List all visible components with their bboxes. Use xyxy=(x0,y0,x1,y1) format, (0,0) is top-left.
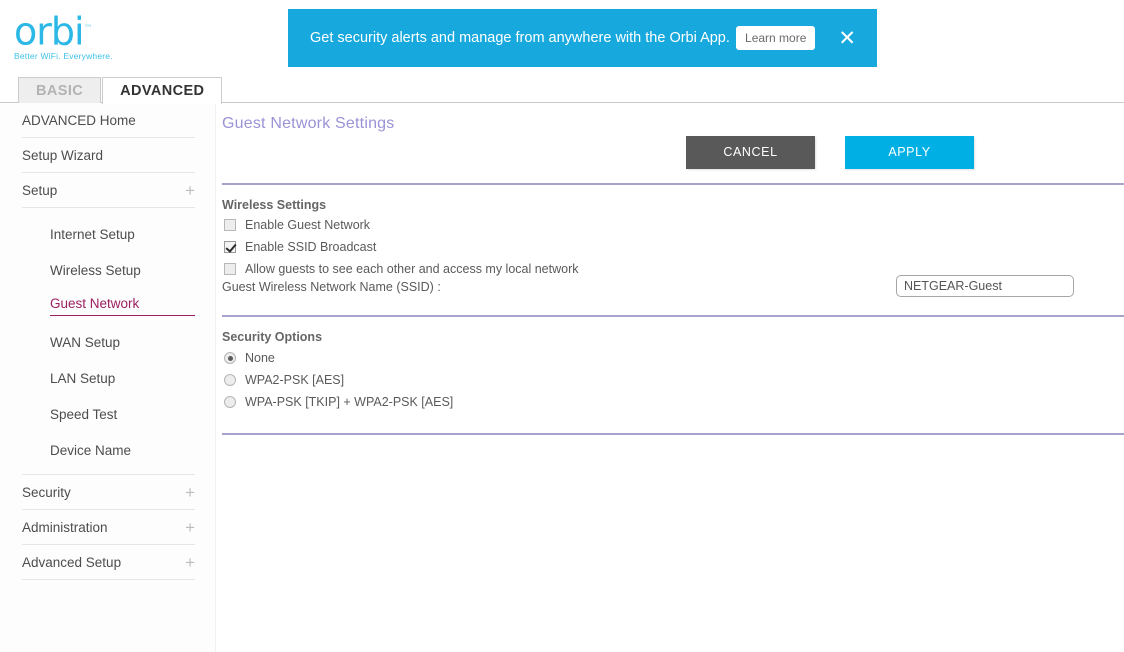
checkbox-row-enable-ssid-broadcast[interactable]: Enable SSID Broadcast xyxy=(224,240,376,254)
sidebar-item-speed-test[interactable]: Speed Test xyxy=(50,396,195,432)
radio-wpa2-psk-aes[interactable] xyxy=(224,374,236,386)
sidebar-nav: ADVANCED Home Setup Wizard Setup + Inter… xyxy=(0,103,216,652)
section-divider-top xyxy=(222,183,1124,185)
security-options-heading: Security Options xyxy=(222,330,323,344)
sidebar-item-label: Guest Network xyxy=(50,296,195,316)
ssid-label: Guest Wireless Network Name (SSID) : xyxy=(222,280,441,294)
main-content: Guest Network Settings CANCEL APPLY Wire… xyxy=(216,103,1124,652)
sidebar-item-setup-wizard[interactable]: Setup Wizard xyxy=(22,138,195,173)
expand-plus-icon[interactable]: + xyxy=(185,484,195,501)
brand-logo: orbi™ Better WiFi. Everywhere. xyxy=(14,8,264,70)
radio-label: WPA2-PSK [AES] xyxy=(245,373,345,387)
checkbox-allow-guests[interactable] xyxy=(224,263,236,275)
ssid-input[interactable] xyxy=(896,275,1074,297)
apply-button[interactable]: APPLY xyxy=(845,136,974,169)
cancel-button[interactable]: CANCEL xyxy=(686,136,815,169)
sidebar-item-label: Security xyxy=(22,484,71,500)
radio-row-wpa-psk-tkip-wpa2-psk-aes[interactable]: WPA-PSK [TKIP] + WPA2-PSK [AES] xyxy=(224,395,453,409)
orbi-wordmark: orbi™ xyxy=(14,8,93,53)
sidebar-item-lan-setup[interactable]: LAN Setup xyxy=(50,360,195,396)
close-icon[interactable]: ✕ xyxy=(835,28,859,49)
sidebar-item-advanced-setup[interactable]: Advanced Setup + xyxy=(22,545,195,580)
sidebar-item-internet-setup[interactable]: Internet Setup xyxy=(50,216,195,252)
sidebar-item-label: Setup xyxy=(22,182,58,198)
radio-row-wpa2-psk-aes[interactable]: WPA2-PSK [AES] xyxy=(224,373,344,387)
sidebar-item-device-name[interactable]: Device Name xyxy=(50,432,195,468)
sidebar-item-advanced-home[interactable]: ADVANCED Home xyxy=(22,103,195,138)
sidebar-item-administration[interactable]: Administration + xyxy=(22,510,195,545)
section-divider-middle xyxy=(222,315,1124,317)
sidebar-item-setup[interactable]: Setup + xyxy=(22,173,195,208)
checkbox-row-allow-guests[interactable]: Allow guests to see each other and acces… xyxy=(224,262,579,276)
sidebar-item-wireless-setup[interactable]: Wireless Setup xyxy=(50,252,195,288)
sidebar-item-wan-setup[interactable]: WAN Setup xyxy=(50,324,195,360)
main-tabs: BASIC ADVANCED xyxy=(18,76,223,104)
radio-row-none[interactable]: None xyxy=(224,351,275,365)
expand-plus-icon[interactable]: + xyxy=(185,182,195,199)
tab-basic[interactable]: BASIC xyxy=(18,77,102,103)
promo-banner-message: Get security alerts and manage from anyw… xyxy=(310,30,730,46)
sidebar-item-label: WAN Setup xyxy=(50,334,121,350)
sidebar-item-label: Speed Test xyxy=(50,406,118,422)
tab-advanced[interactable]: ADVANCED xyxy=(102,77,223,104)
sidebar-item-label: Setup Wizard xyxy=(22,147,104,163)
checkbox-label: Enable Guest Network xyxy=(245,218,371,232)
sidebar-item-label: Advanced Setup xyxy=(22,554,122,570)
sidebar-item-label: Wireless Setup xyxy=(50,262,141,278)
sidebar-item-label: Internet Setup xyxy=(50,226,135,242)
sidebar-item-label: LAN Setup xyxy=(50,370,116,386)
expand-plus-icon[interactable]: + xyxy=(185,554,195,571)
sidebar-item-label: Device Name xyxy=(50,442,132,458)
action-bar: CANCEL APPLY xyxy=(686,136,974,169)
radio-wpa-psk-tkip-wpa2-psk-aes[interactable] xyxy=(224,396,236,408)
checkbox-label: Enable SSID Broadcast xyxy=(245,240,377,254)
sidebar-item-guest-network[interactable]: Guest Network xyxy=(50,288,195,324)
checkbox-row-enable-guest-network[interactable]: Enable Guest Network xyxy=(224,218,370,232)
sidebar-item-label: Administration xyxy=(22,519,108,535)
expand-plus-icon[interactable]: + xyxy=(185,519,195,536)
radio-none[interactable] xyxy=(224,352,236,364)
orbi-wordmark-text: orbi xyxy=(14,9,85,54)
checkbox-enable-guest-network[interactable] xyxy=(224,219,236,231)
radio-label: WPA-PSK [TKIP] + WPA2-PSK [AES] xyxy=(245,395,454,409)
radio-label: None xyxy=(245,351,275,365)
learn-more-button[interactable]: Learn more xyxy=(736,26,816,50)
trademark-symbol: ™ xyxy=(83,24,93,34)
page-title: Guest Network Settings xyxy=(222,115,395,132)
checkbox-label: Allow guests to see each other and acces… xyxy=(245,262,579,276)
wireless-settings-heading: Wireless Settings xyxy=(222,198,327,212)
section-divider-bottom xyxy=(222,433,1124,435)
promo-banner: Get security alerts and manage from anyw… xyxy=(288,9,877,67)
sidebar-item-label: ADVANCED Home xyxy=(22,112,136,128)
sidebar-item-security[interactable]: Security + xyxy=(22,475,195,510)
checkbox-enable-ssid-broadcast[interactable] xyxy=(224,241,236,253)
